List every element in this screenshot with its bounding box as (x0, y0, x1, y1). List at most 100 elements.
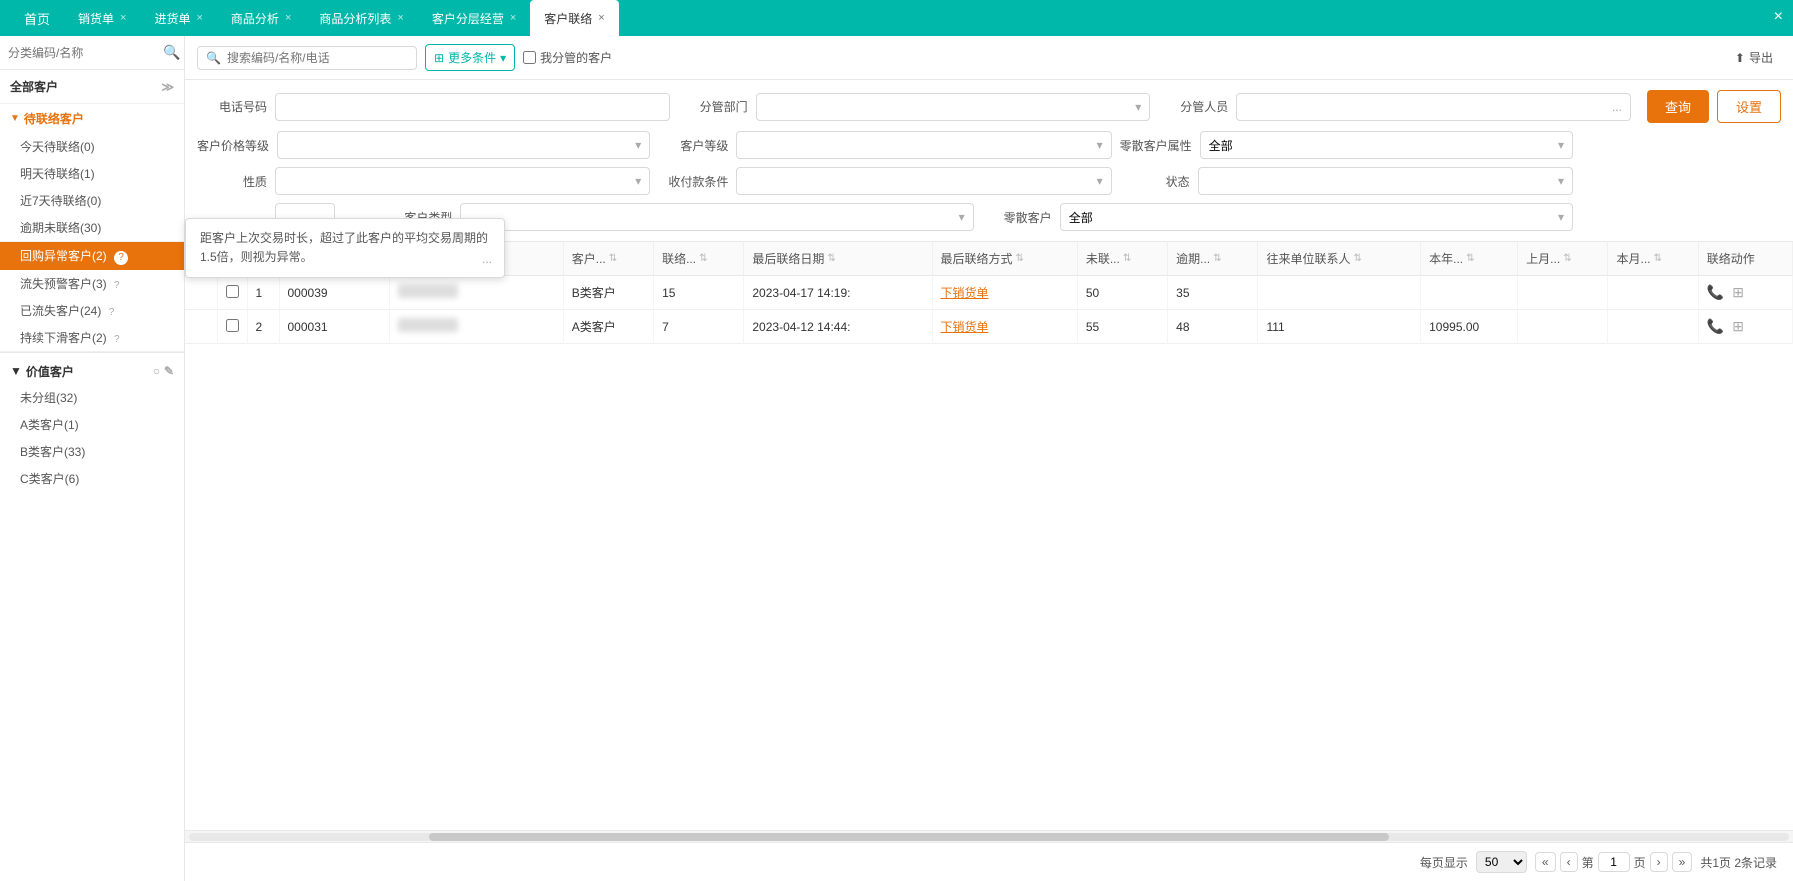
row2-settings (185, 310, 217, 344)
row2-last-method[interactable]: 下销货单 (932, 310, 1077, 344)
dept-arrow: ▾ (1135, 100, 1141, 114)
nav-customer-segment[interactable]: 客户分层经营 × (418, 0, 530, 36)
sort-last-month[interactable]: ⇅ (1563, 253, 1571, 264)
sort-last-method[interactable]: ⇅ (1016, 253, 1024, 264)
customer-level-select[interactable]: ▾ (736, 131, 1111, 159)
row1-checkbox (217, 276, 247, 310)
row2-phone-icon[interactable]: 📞 (1707, 318, 1724, 335)
retail-attr-select[interactable]: 全部 ▾ (1200, 131, 1573, 159)
sort-customer-level[interactable]: ⇅ (609, 253, 617, 264)
customer-type-select[interactable]: ▾ (460, 203, 973, 231)
row2-action: 📞 ⊞ (1698, 310, 1792, 344)
sort-overdue[interactable]: ⇅ (1213, 253, 1221, 264)
content-area: 🔍 ⊞ 更多条件 ▾ 我分管的客户 ⬆ 导出 电话号码 (185, 36, 1793, 881)
sidebar-item-a-class[interactable]: A类客户(1) (0, 411, 184, 438)
horizontal-scrollbar[interactable] (185, 830, 1793, 842)
window-close-button[interactable]: × (1774, 8, 1783, 26)
customers-table-area: ⚙ # 客户编码 ⇅ (185, 242, 1793, 830)
gender-select[interactable]: ▾ (275, 167, 650, 195)
sidebar-item-repurchase-anomaly[interactable]: 回购异常客户(2) ? (0, 242, 184, 270)
row2-select-checkbox[interactable] (226, 319, 239, 332)
sidebar-item-lost-customers[interactable]: 已流失客户(24) ? (0, 297, 184, 324)
retail-customer-select[interactable]: 全部 ▾ (1060, 203, 1573, 231)
nav-product-list-close[interactable]: × (397, 12, 403, 24)
pending-section-title[interactable]: ▼ 待联络客户 (0, 104, 184, 133)
sort-this-month[interactable]: ⇅ (1654, 253, 1662, 264)
nav-segment-close[interactable]: × (510, 12, 516, 24)
sidebar-item-c-class[interactable]: C类客户(6) (0, 465, 184, 492)
nav-product-analysis-close[interactable]: × (285, 12, 291, 24)
export-icon: ⬆ (1735, 51, 1745, 65)
row1-phone-icon[interactable]: 📞 (1707, 284, 1724, 301)
action-buttons: 查询 设置 (1647, 90, 1781, 123)
sidebar-item-declining[interactable]: 持续下滑客户(2) ? (0, 324, 184, 351)
sidebar-search-input[interactable] (8, 46, 163, 60)
sidebar-item-b-class[interactable]: B类客户(33) (0, 438, 184, 465)
repurchase-section: 回购异常客户(2) ? 流失预警客户(3) ? 已流失客户(24) ? 持续下滑… (0, 242, 184, 352)
status-select[interactable]: ▾ (1198, 167, 1573, 195)
prev-page-btn[interactable]: ‹ (1560, 852, 1578, 872)
sidebar-item-ungroup[interactable]: 未分组(32) (0, 384, 184, 411)
value-section-title[interactable]: ▼ 价值客户 ○ ✎ (0, 359, 184, 384)
my-customer-label: 我分管的客户 (540, 49, 612, 66)
row2-code: 000031 (279, 310, 390, 344)
value-edit-icon[interactable]: ✎ (164, 364, 174, 378)
person-select[interactable]: ... (1236, 93, 1631, 121)
payment-select[interactable]: ▾ (736, 167, 1111, 195)
settings-button[interactable]: 设置 (1717, 90, 1781, 123)
first-page-btn[interactable]: « (1535, 852, 1556, 872)
dept-select[interactable]: ▾ (756, 93, 1151, 121)
nav-purchase-order[interactable]: 进货单 × (140, 0, 216, 36)
sidebar-item-today-pending[interactable]: 今天待联络(0) (0, 133, 184, 160)
price-level-cell: 客户价格等级 ▾ (197, 131, 650, 159)
sidebar-collapse-btn[interactable]: ≫ (161, 80, 174, 94)
table-row: 1 000039 B类客户 15 2023-04-17 14:19: 下销货单 … (185, 276, 1793, 310)
export-button[interactable]: ⬆ 导出 (1727, 45, 1781, 70)
value-customers-section: ▼ 价值客户 ○ ✎ 未分组(32) A类客户(1) B类客户(33) C类客户… (0, 352, 184, 498)
per-page-select[interactable]: 20 50 100 (1476, 851, 1527, 873)
next-page-btn[interactable]: › (1650, 852, 1668, 872)
total-records-label: 共1页 2条记录 (1700, 854, 1777, 871)
nav-sales-order[interactable]: 销货单 × (64, 0, 140, 36)
pagination-bar: 每页显示 20 50 100 « ‹ 第 页 › » 共1页 2条记录 (185, 842, 1793, 881)
sidebar-item-overdue-pending[interactable]: 逾期未联络(30) (0, 214, 184, 241)
nav-customer-contact[interactable]: 客户联络 × (530, 0, 618, 36)
row1-action-icons: 📞 ⊞ (1707, 284, 1784, 301)
nav-home[interactable]: 首页 (10, 0, 64, 36)
nav-contact-close[interactable]: × (598, 12, 604, 24)
sort-company-contact[interactable]: ⇅ (1353, 253, 1361, 264)
sidebar-all-customers-header[interactable]: 全部客户 ≫ (0, 70, 184, 104)
phone-input[interactable] (275, 93, 670, 121)
row2-grid-icon[interactable]: ⊞ (1732, 318, 1744, 335)
row1-select-checkbox[interactable] (226, 285, 239, 298)
sidebar-item-tomorrow-pending[interactable]: 明天待联络(1) (0, 160, 184, 187)
nav-product-analysis-list[interactable]: 商品分析列表 × (305, 0, 417, 36)
nav-product-analysis[interactable]: 商品分析 × (217, 0, 305, 36)
row2-level: A类客户 (563, 310, 653, 344)
sidebar-search-icon: 🔍 (163, 44, 180, 61)
sidebar-item-loss-warning[interactable]: 流失预警客户(3) ? (0, 270, 184, 297)
query-button[interactable]: 查询 (1647, 90, 1709, 123)
sidebar-item-7day-pending[interactable]: 近7天待联络(0) (0, 187, 184, 214)
page-suffix: 页 (1634, 854, 1646, 871)
row1-grid-icon[interactable]: ⊞ (1732, 284, 1744, 301)
nav-purchase-close[interactable]: × (196, 12, 202, 24)
search-input[interactable] (227, 51, 408, 65)
value-circle-icon[interactable]: ○ (153, 364, 160, 378)
sort-contact-count[interactable]: ⇅ (699, 253, 707, 264)
person-label: 分管人员 (1158, 98, 1228, 115)
my-customer-checkbox[interactable] (523, 51, 536, 64)
more-conditions-btn[interactable]: ⊞ 更多条件 ▾ (425, 44, 515, 71)
row1-last-method[interactable]: 下销货单 (932, 276, 1077, 310)
value-label: 价值客户 (26, 363, 74, 380)
page-number-input[interactable] (1598, 852, 1630, 872)
filter-row-1: 电话号码 分管部门 ▾ 分管人员 ... (197, 90, 1781, 123)
sidebar: 🔍 全部客户 ≫ ▼ 待联络客户 今天待联络(0) 明天待联络(1) 近7天待联… (0, 36, 185, 881)
sort-uncontacted[interactable]: ⇅ (1123, 253, 1131, 264)
sort-this-year[interactable]: ⇅ (1466, 253, 1474, 264)
sort-last-date[interactable]: ⇅ (827, 253, 835, 264)
last-page-btn[interactable]: » (1672, 852, 1693, 872)
nav-sales-order-close[interactable]: × (120, 12, 126, 24)
scroll-thumb[interactable] (429, 833, 1389, 841)
price-level-select[interactable]: ▾ (277, 131, 650, 159)
